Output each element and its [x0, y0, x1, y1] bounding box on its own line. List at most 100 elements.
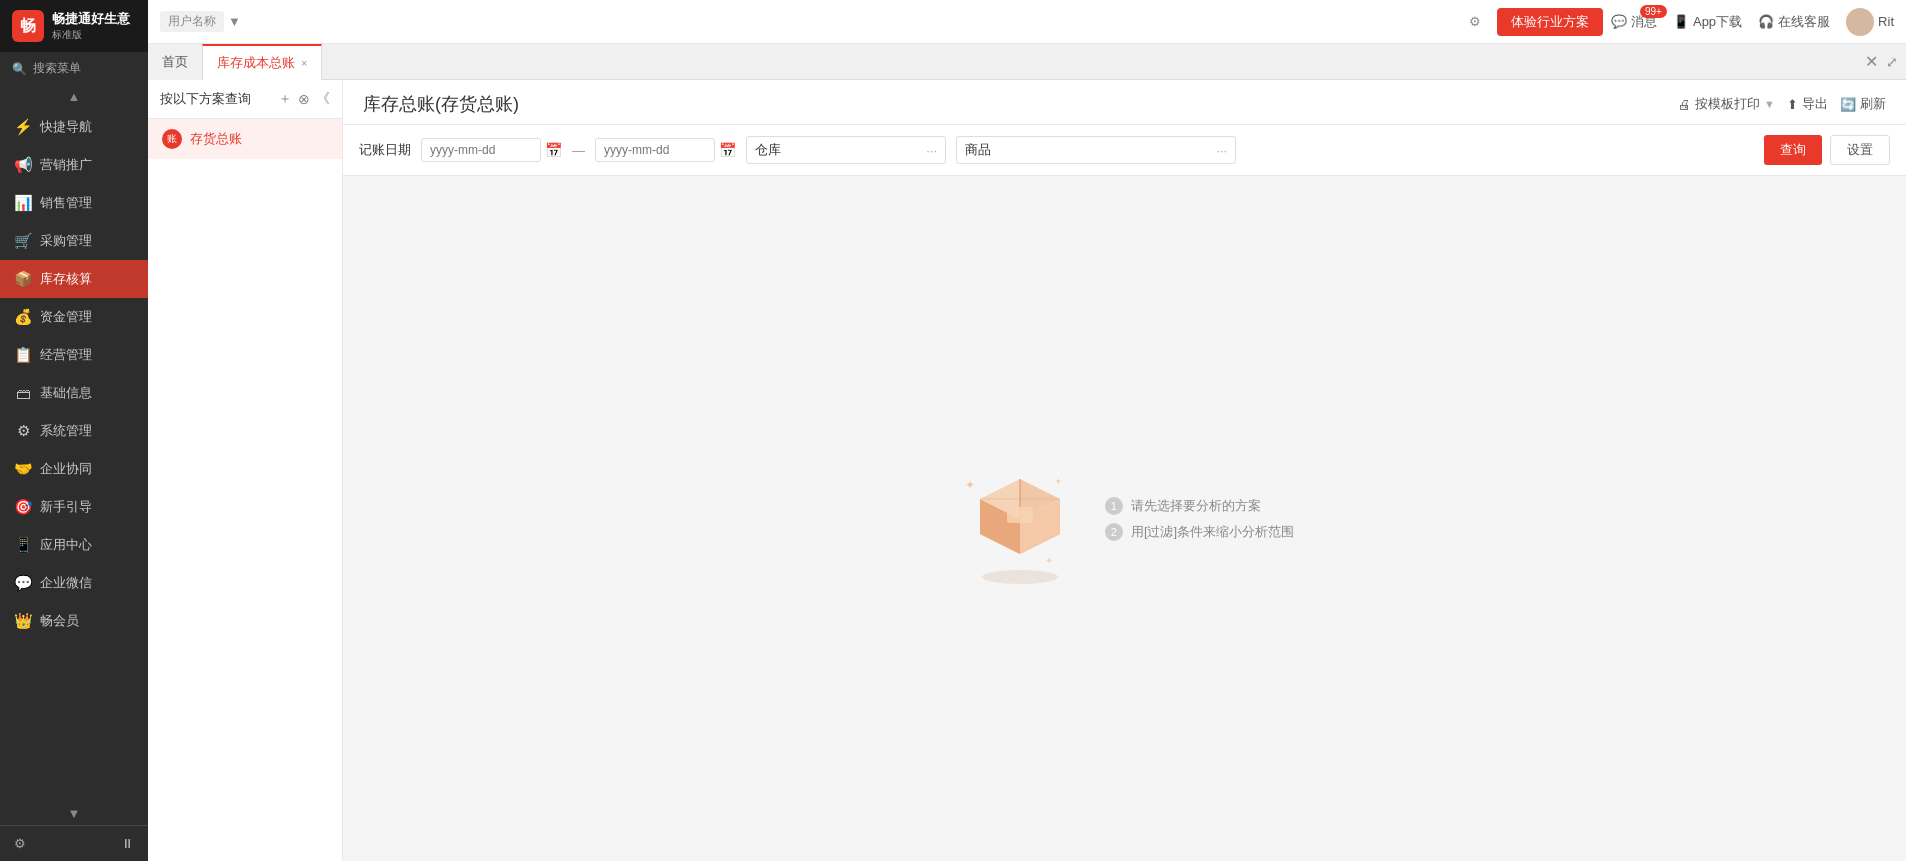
- sidebar-item-label: 经营管理: [40, 346, 92, 364]
- date-start-input[interactable]: [421, 138, 541, 162]
- warehouse-more-icon: ···: [926, 143, 937, 158]
- sidebar-item-label: 库存核算: [40, 270, 92, 288]
- sidebar-item-label: 营销推广: [40, 156, 92, 174]
- svg-rect-8: [1007, 507, 1033, 523]
- current-user-label: 用户名称: [160, 11, 224, 32]
- sidebar-item-operations[interactable]: 📋 经营管理: [0, 336, 148, 374]
- sidebar-nav: ⚡ 快捷导航 📢 营销推广 📊 销售管理 🛒 采购管理 📦 库存核算 💰 资金管…: [0, 108, 148, 802]
- sidebar-item-member[interactable]: 👑 畅会员: [0, 602, 148, 640]
- marketing-icon: 📢: [14, 156, 32, 174]
- sidebar-item-quick-nav[interactable]: ⚡ 快捷导航: [0, 108, 148, 146]
- topbar: 用户名称 ▼ ⚙ 体验行业方案 💬 消息 99+ 📱 App下载 🎧 在线客服 …: [148, 0, 1906, 44]
- app-download-item[interactable]: 📱 App下载: [1673, 13, 1742, 31]
- refresh-icon: 🔄: [1840, 97, 1856, 112]
- capital-icon: 💰: [14, 308, 32, 326]
- page-header-actions: 🖨 按模板打印 ▼ ⬆ 导出 🔄 刷新: [1678, 95, 1886, 113]
- operations-icon: 📋: [14, 346, 32, 364]
- app-title: 畅捷通好生意: [52, 10, 130, 28]
- empty-inner: ✦ ✦ ✦ 1 请先选择要分析的方案 2 用[过滤]条件来缩小分析范围: [955, 459, 1294, 579]
- tab-close-icon[interactable]: ×: [301, 57, 307, 69]
- dropdown-icon[interactable]: ▼: [228, 14, 241, 29]
- tab-home-label: 首页: [162, 53, 188, 71]
- scheme-header-actions: ＋ ⊗ 《: [278, 90, 330, 108]
- main-content: 库存总账(存货总账) 🖨 按模板打印 ▼ ⬆ 导出 🔄 刷新: [343, 80, 1906, 861]
- sidebar-item-inventory[interactable]: 📦 库存核算: [0, 260, 148, 298]
- sidebar-item-system[interactable]: ⚙ 系统管理: [0, 412, 148, 450]
- scheme-panel: 按以下方案查询 ＋ ⊗ 《 账 存货总账: [148, 80, 343, 861]
- sidebar-collapse-icon[interactable]: ⏸: [121, 836, 134, 851]
- app-center-icon: 📱: [14, 536, 32, 554]
- calendar-end-icon[interactable]: 📅: [719, 142, 736, 158]
- search-icon: 🔍: [12, 62, 27, 76]
- app-subtitle: 标准版: [52, 28, 130, 42]
- member-icon: 👑: [14, 612, 32, 630]
- newcomer-icon: 🎯: [14, 498, 32, 516]
- product-select[interactable]: 商品 ···: [956, 136, 1236, 164]
- empty-illustration: ✦ ✦ ✦: [955, 459, 1075, 579]
- message-icon: 💬: [1611, 14, 1627, 29]
- sidebar-item-wechat[interactable]: 💬 企业微信: [0, 564, 148, 602]
- sidebar-item-label: 基础信息: [40, 384, 92, 402]
- main-area: 用户名称 ▼ ⚙ 体验行业方案 💬 消息 99+ 📱 App下载 🎧 在线客服 …: [148, 0, 1906, 861]
- topbar-right: 💬 消息 99+ 📱 App下载 🎧 在线客服 Rit: [1611, 8, 1894, 36]
- sidebar-item-purchase[interactable]: 🛒 采购管理: [0, 222, 148, 260]
- tab-panel-resize-btn[interactable]: ⤢: [1886, 54, 1898, 70]
- filter-date-label: 记账日期: [359, 141, 411, 159]
- step-2-num: 2: [1105, 523, 1123, 541]
- date-end-input[interactable]: [595, 138, 715, 162]
- user-avatar-item[interactable]: Rit: [1846, 8, 1894, 36]
- headset-icon: 🎧: [1758, 14, 1774, 29]
- sidebar-item-label: 系统管理: [40, 422, 92, 440]
- sidebar-item-label: 资金管理: [40, 308, 92, 326]
- message-item[interactable]: 💬 消息 99+: [1611, 13, 1657, 31]
- scheme-item-inventory-ledger[interactable]: 账 存货总账: [148, 119, 342, 159]
- scheme-collapse-btn[interactable]: 《: [316, 90, 330, 108]
- tab-inventory-ledger-label: 库存成本总账: [217, 54, 295, 72]
- sidebar-item-capital[interactable]: 💰 资金管理: [0, 298, 148, 336]
- sidebar-item-label: 快捷导航: [40, 118, 92, 136]
- sidebar-settings-icon[interactable]: ⚙: [14, 836, 26, 851]
- sidebar-item-label: 销售管理: [40, 194, 92, 212]
- export-icon: ⬆: [1787, 97, 1798, 112]
- warehouse-select[interactable]: 仓库 ···: [746, 136, 946, 164]
- empty-box-svg: ✦ ✦ ✦: [955, 459, 1085, 589]
- online-service-item[interactable]: 🎧 在线客服: [1758, 13, 1830, 31]
- scheme-delete-btn[interactable]: ⊗: [298, 91, 310, 107]
- calendar-start-icon[interactable]: 📅: [545, 142, 562, 158]
- refresh-btn[interactable]: 🔄 刷新: [1840, 95, 1886, 113]
- print-icon: 🖨: [1678, 97, 1691, 112]
- export-btn[interactable]: ⬆ 导出: [1787, 95, 1828, 113]
- sidebar-item-label: 企业协同: [40, 460, 92, 478]
- scheme-header: 按以下方案查询 ＋ ⊗ 《: [148, 80, 342, 119]
- sidebar-item-newcomer[interactable]: 🎯 新手引导: [0, 488, 148, 526]
- phone-icon: 📱: [1673, 14, 1689, 29]
- scheme-add-btn[interactable]: ＋: [278, 90, 292, 108]
- sidebar-scroll-up[interactable]: ▲: [0, 85, 148, 108]
- print-dropdown-icon[interactable]: ▼: [1764, 98, 1775, 110]
- app-logo-icon: 畅: [12, 10, 44, 42]
- tab-home[interactable]: 首页: [148, 44, 202, 80]
- sidebar-item-sales[interactable]: 📊 销售管理: [0, 184, 148, 222]
- tab-panel-close-btn[interactable]: ✕: [1865, 52, 1878, 71]
- sidebar-item-label: 应用中心: [40, 536, 92, 554]
- sidebar-item-app-center[interactable]: 📱 应用中心: [0, 526, 148, 564]
- sidebar-item-enterprise[interactable]: 🤝 企业协同: [0, 450, 148, 488]
- svg-text:✦: ✦: [1055, 477, 1062, 486]
- sidebar: 畅 畅捷通好生意 标准版 🔍 搜索菜单 ▲ ⚡ 快捷导航 📢 营销推广 📊 销售…: [0, 0, 148, 861]
- sidebar-logo: 畅 畅捷通好生意 标准版: [0, 0, 148, 52]
- sidebar-scroll-down[interactable]: ▼: [0, 802, 148, 825]
- enterprise-icon: 🤝: [14, 460, 32, 478]
- sidebar-search[interactable]: 🔍 搜索菜单: [0, 52, 148, 85]
- print-btn[interactable]: 🖨 按模板打印 ▼: [1678, 95, 1775, 113]
- query-button[interactable]: 查询: [1764, 135, 1822, 165]
- filter-date-end: 📅: [595, 138, 736, 162]
- tab-inventory-ledger[interactable]: 库存成本总账 ×: [202, 44, 322, 80]
- sidebar-item-marketing[interactable]: 📢 营销推广: [0, 146, 148, 184]
- app-logo-text: 畅捷通好生意 标准版: [52, 10, 130, 42]
- scheme-item-icon: 账: [162, 129, 182, 149]
- svg-text:✦: ✦: [965, 478, 975, 492]
- industry-btn[interactable]: 体验行业方案: [1497, 8, 1603, 36]
- topbar-settings-icon[interactable]: ⚙: [1461, 8, 1489, 36]
- settings-button[interactable]: 设置: [1830, 135, 1890, 165]
- sidebar-item-basic-info[interactable]: 🗃 基础信息: [0, 374, 148, 412]
